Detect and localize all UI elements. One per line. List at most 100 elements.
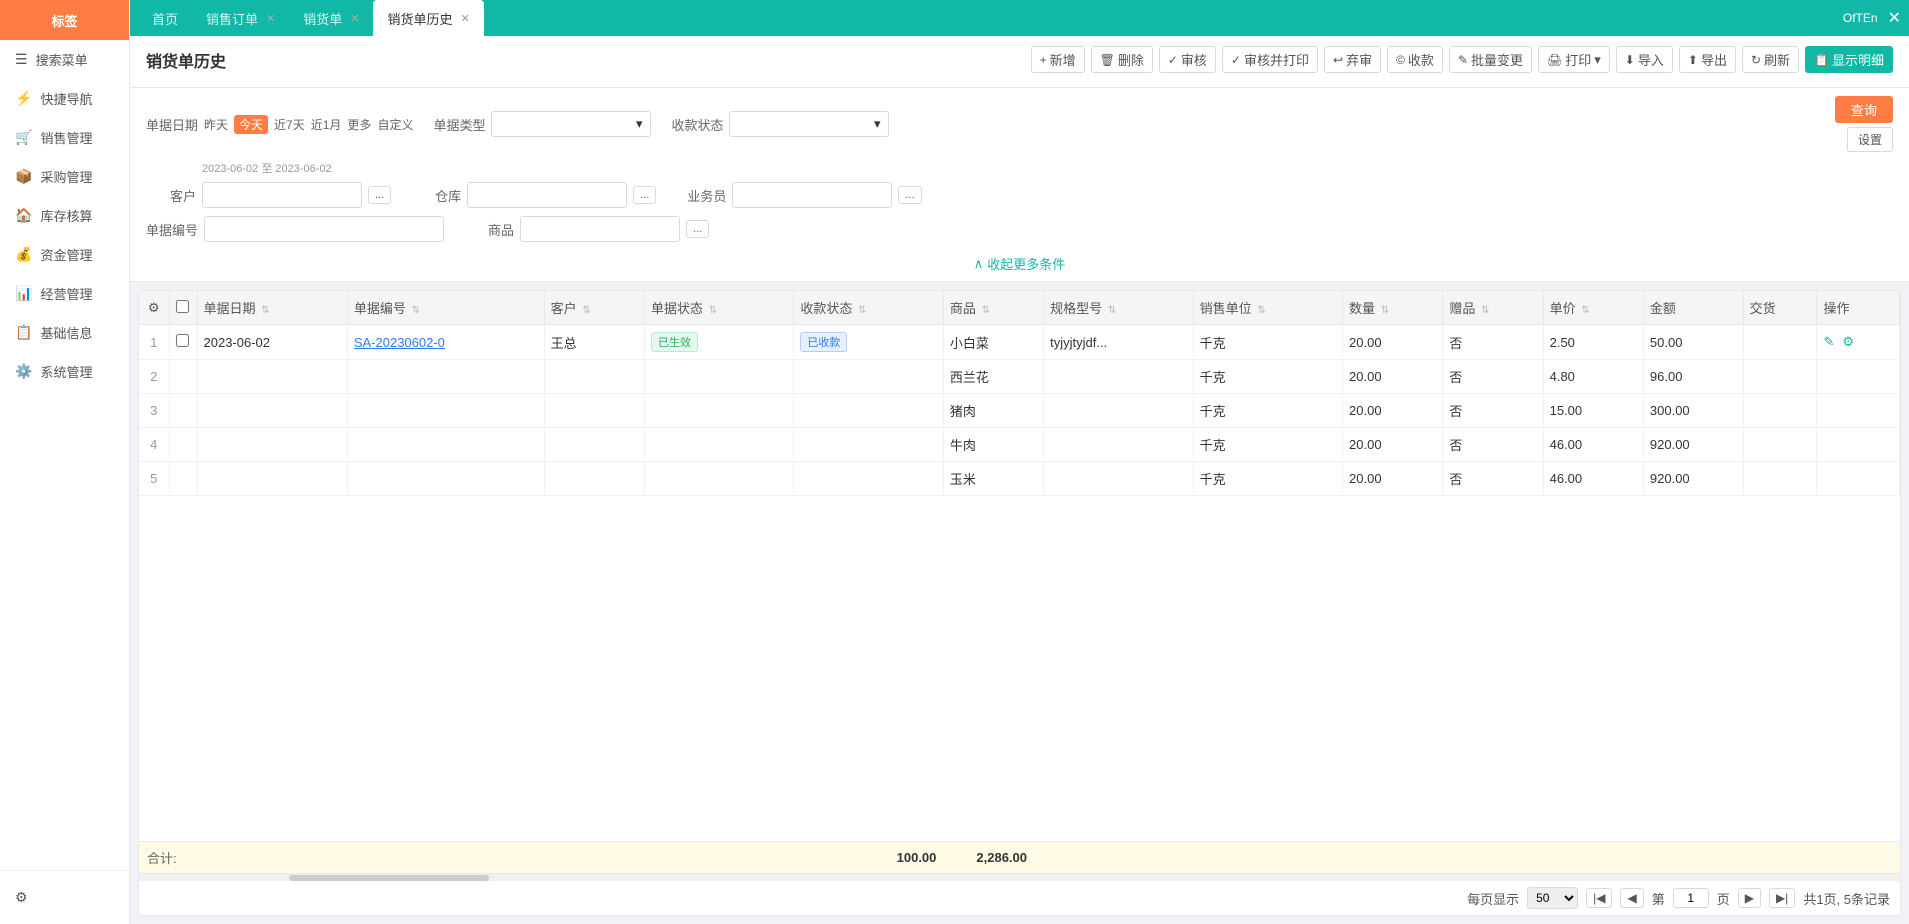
col-doc-status: 单据状态 ⇅ [644, 291, 793, 325]
cell-unit: 千克 [1193, 428, 1342, 462]
tab-home-label: 首页 [152, 9, 178, 28]
cell-date [197, 394, 347, 428]
delete-button[interactable]: 🗑 删除 [1091, 46, 1153, 73]
first-page-btn[interactable]: |◀ [1586, 888, 1612, 908]
import-button[interactable]: ⬇ 导入 [1616, 46, 1673, 73]
export-button[interactable]: ⬆ 导出 [1679, 46, 1736, 73]
sidebar-item-base-info[interactable]: 📋 基础信息 [0, 313, 129, 352]
sort-paymentstatus-icon[interactable]: ⇅ [858, 305, 866, 316]
refresh-button[interactable]: ↻ 刷新 [1742, 46, 1799, 73]
collapse-btn[interactable]: ∧ 收起更多条件 [146, 250, 1893, 277]
cell-doc-status [644, 394, 793, 428]
display-detail-button[interactable]: 📋 显示明细 [1805, 46, 1893, 73]
sidebar-item-label: 经营管理 [40, 284, 92, 303]
row-checkbox[interactable] [176, 334, 189, 347]
goods-input[interactable] [520, 216, 680, 242]
business-picker-btn[interactable]: ... [898, 186, 921, 204]
inventory-icon: 🏠 [15, 207, 32, 224]
tab-sales-delivery-close[interactable]: ✕ [350, 12, 359, 25]
sort-customer-icon[interactable]: ⇅ [582, 305, 590, 316]
cell-qty: 20.00 [1343, 462, 1443, 496]
sidebar-item-ops-mgmt[interactable]: 📊 经营管理 [0, 274, 129, 313]
sidebar: 标签 ☰ 搜索菜单 ⚡ 快捷导航 🛒 销售管理 📦 采购管理 🏠 库存核算 💰 … [0, 0, 130, 924]
page-size-select[interactable]: 50 20 100 [1527, 887, 1578, 909]
sidebar-settings-btn[interactable]: ⚙ [0, 879, 129, 916]
print-icon: 🖨 [1547, 53, 1562, 67]
customer-input[interactable] [202, 182, 362, 208]
sidebar-item-sys-mgmt[interactable]: ⚙️ 系统管理 [0, 352, 129, 391]
cell-checkbox [169, 428, 197, 462]
sidebar-item-inventory[interactable]: 🏠 库存核算 [0, 196, 129, 235]
cell-amount: 920.00 [1643, 462, 1743, 496]
query-button[interactable]: 查询 [1835, 96, 1893, 123]
sort-docstatus-icon[interactable]: ⇅ [709, 305, 717, 316]
cell-payment-status [794, 462, 943, 496]
print-button[interactable]: 🖨 打印 ▾ [1538, 46, 1610, 73]
review-print-button[interactable]: ✓ 审核并打印 [1222, 46, 1318, 73]
sidebar-item-sales-mgmt[interactable]: 🛒 销售管理 [0, 118, 129, 157]
goods-picker-btn[interactable]: ... [686, 220, 709, 238]
table-settings-icon[interactable]: ⚙ [148, 300, 160, 315]
date-yesterday[interactable]: 昨天 [204, 116, 228, 133]
date-custom[interactable]: 自定义 [377, 116, 413, 133]
business-input[interactable] [732, 182, 892, 208]
scrollbar-area[interactable] [139, 873, 1900, 881]
sort-date-icon[interactable]: ⇅ [261, 305, 269, 316]
sidebar-item-capital-mgmt[interactable]: 💰 资金管理 [0, 235, 129, 274]
sort-unitprice-icon[interactable]: ⇅ [1581, 305, 1589, 316]
base-info-icon: 📋 [15, 324, 32, 341]
sidebar-item-search-menu[interactable]: ☰ 搜索菜单 [0, 40, 129, 79]
date-7days[interactable]: 近7天 [274, 116, 305, 133]
batch-change-button[interactable]: ✎ 批量变更 [1449, 46, 1532, 73]
sort-gift-icon[interactable]: ⇅ [1481, 305, 1489, 316]
payment-status-select[interactable]: ▾ [729, 111, 889, 137]
sort-goods-icon[interactable]: ⇅ [982, 305, 990, 316]
date-1month[interactable]: 近1月 [311, 116, 342, 133]
doc-no-link[interactable]: SA-20230602-0 [354, 335, 445, 350]
doc-type-select[interactable]: ▾ [491, 111, 651, 137]
warehouse-input[interactable] [467, 182, 627, 208]
sidebar-item-label: 销售管理 [40, 128, 92, 147]
cell-customer [544, 394, 644, 428]
cell-unit-price: 4.80 [1543, 360, 1643, 394]
next-page-btn[interactable]: ▶ [1738, 888, 1761, 908]
sort-spec-icon[interactable]: ⇅ [1108, 305, 1116, 316]
action-edit-icon[interactable]: ✎ [1823, 334, 1834, 350]
settings-icon: ⚙ [15, 889, 28, 906]
capital-mgmt-icon: 💰 [15, 246, 32, 263]
sort-unit-icon[interactable]: ⇅ [1257, 305, 1265, 316]
tab-sales-history-close[interactable]: ✕ [461, 12, 470, 25]
warehouse-picker-btn[interactable]: ... [633, 186, 656, 204]
sidebar-item-quick-nav[interactable]: ⚡ 快捷导航 [0, 79, 129, 118]
review-button[interactable]: ✓ 审核 [1159, 46, 1216, 73]
tab-home[interactable]: 首页 [138, 0, 192, 36]
cell-doc-status [644, 360, 793, 394]
sidebar-item-purchase-mgmt[interactable]: 📦 采购管理 [0, 157, 129, 196]
doc-no-input[interactable] [204, 216, 444, 242]
scrollbar-thumb[interactable] [289, 875, 489, 881]
col-settings-icon[interactable]: ⚙ [139, 291, 169, 325]
cell-no: 3 [139, 394, 169, 428]
select-all-checkbox[interactable] [176, 300, 189, 313]
customer-picker-btn[interactable]: ... [368, 186, 391, 204]
sort-docno-icon[interactable]: ⇅ [411, 305, 419, 316]
topbar-close-btn[interactable]: ✕ [1888, 8, 1901, 28]
collect-button[interactable]: © 收款 [1387, 46, 1443, 73]
page-input[interactable] [1673, 888, 1709, 908]
tab-sales-order-close[interactable]: ✕ [266, 12, 275, 25]
customer-label: 客户 [146, 186, 196, 205]
date-more[interactable]: 更多 [347, 116, 371, 133]
filter-settings-button[interactable]: 设置 [1847, 127, 1893, 152]
tab-sales-history[interactable]: 销货单历史 ✕ [373, 0, 483, 36]
date-today[interactable]: 今天 [234, 115, 268, 134]
action-delete-row-icon[interactable]: ⚙ [1842, 334, 1854, 350]
tab-sales-order[interactable]: 销售订单 ✕ [192, 0, 289, 36]
last-page-btn[interactable]: ▶| [1769, 888, 1795, 908]
cell-trade [1743, 360, 1817, 394]
tab-sales-delivery[interactable]: 销货单 ✕ [289, 0, 373, 36]
sort-qty-icon[interactable]: ⇅ [1381, 305, 1389, 316]
filter-area: 单据日期 昨天 今天 近7天 近1月 更多 自定义 单据类型 ▾ [130, 88, 1909, 282]
prev-page-btn[interactable]: ◀ [1620, 888, 1643, 908]
add-button[interactable]: + 新增 [1031, 46, 1085, 73]
discard-button[interactable]: ↩ 弃审 [1324, 46, 1381, 73]
